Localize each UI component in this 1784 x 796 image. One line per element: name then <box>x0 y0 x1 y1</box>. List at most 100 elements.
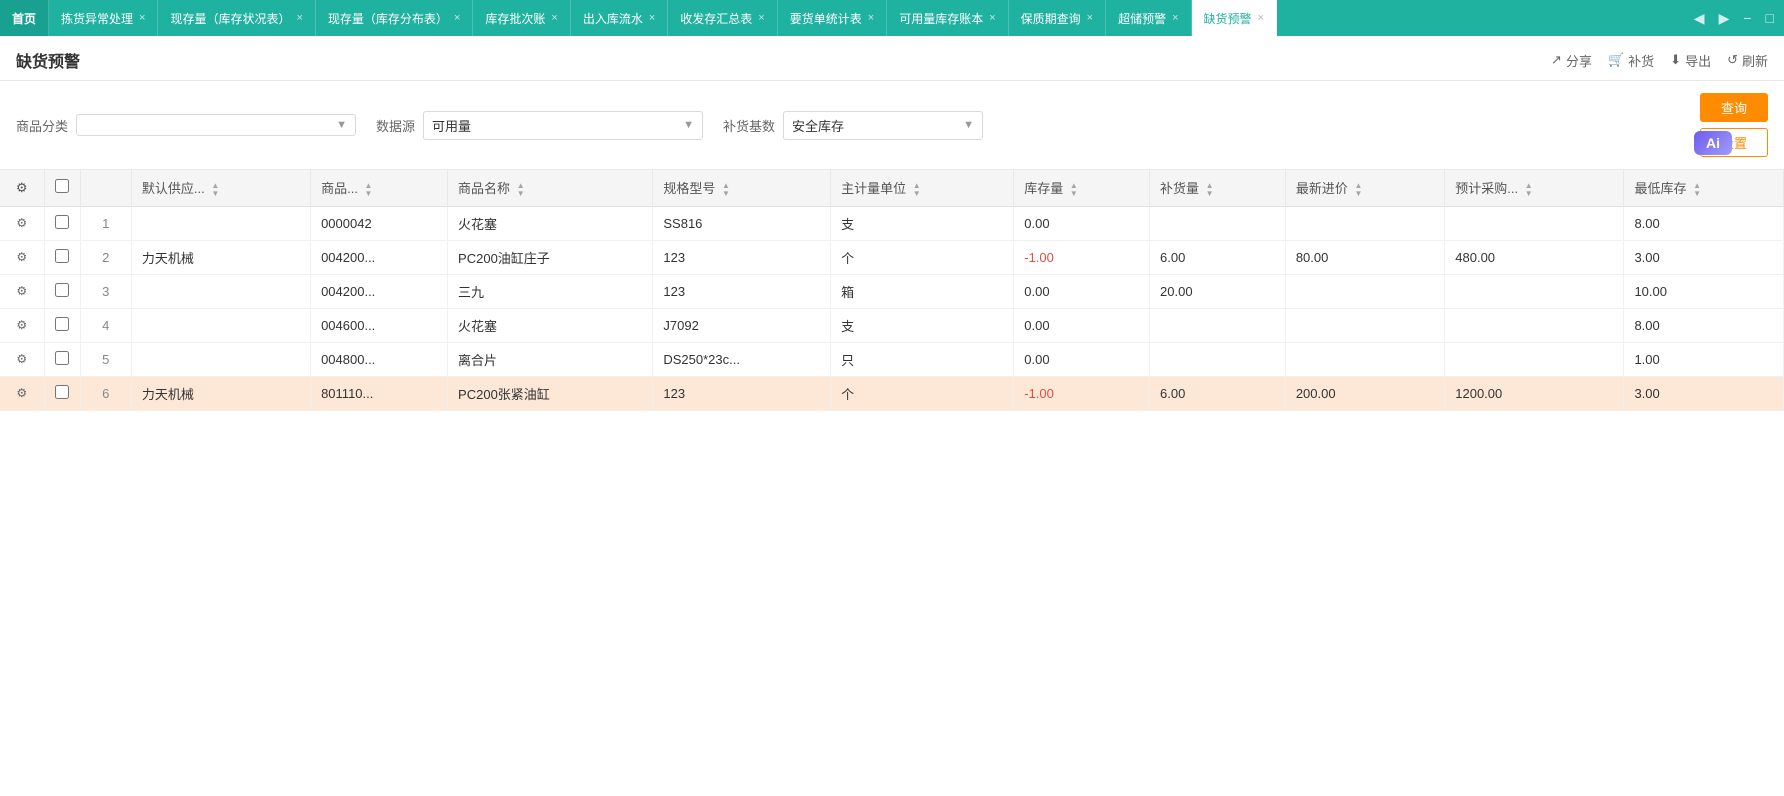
cell-gear-5[interactable]: ⚙ <box>0 376 44 410</box>
tab-1-close[interactable]: × <box>139 12 145 24</box>
cell-checkbox-1[interactable] <box>44 240 80 274</box>
tab-minimize-button[interactable]: − <box>1737 8 1757 28</box>
product-category-select[interactable]: ▼ <box>76 114 356 136</box>
tab-9-label: 保质期查询 <box>1021 10 1081 27</box>
replenish-base-filter: 补货基数 安全库存 ▼ <box>723 111 983 140</box>
page-title: 缺货预警 <box>16 48 1551 72</box>
query-button[interactable]: 查询 <box>1700 93 1768 122</box>
cell-checkbox-2[interactable] <box>44 274 80 308</box>
replenish-base-label: 补货基数 <box>723 116 775 135</box>
cell-stock-5: -1.00 <box>1014 376 1150 410</box>
share-action[interactable]: ↗ 分享 <box>1551 51 1592 70</box>
row-checkbox-0[interactable] <box>55 215 69 229</box>
tab-10[interactable]: 超储预警 × <box>1106 0 1191 36</box>
tab-8-close[interactable]: × <box>989 12 995 24</box>
cell-code-1: 004200... <box>311 240 448 274</box>
tab-11[interactable]: 缺货预警 × <box>1192 0 1277 36</box>
tab-8[interactable]: 可用量库存账本 × <box>887 0 1008 36</box>
row-checkbox-1[interactable] <box>55 249 69 263</box>
cell-checkbox-0[interactable] <box>44 206 80 240</box>
tab-2-close[interactable]: × <box>296 12 302 24</box>
cell-supplier-5: 力天机械 <box>131 376 310 410</box>
cell-unit-2: 箱 <box>831 274 1014 308</box>
row-checkbox-5[interactable] <box>55 385 69 399</box>
th-latest-price-label: 最新进价 <box>1296 181 1348 196</box>
th-code[interactable]: 商品... ▲▼ <box>311 170 448 206</box>
cell-gear-0[interactable]: ⚙ <box>0 206 44 240</box>
th-latest-price[interactable]: 最新进价 ▲▼ <box>1285 170 1444 206</box>
cell-name-5: PC200张紧油缸 <box>448 376 653 410</box>
th-supplier[interactable]: 默认供应... ▲▼ <box>131 170 310 206</box>
cell-code-4: 004800... <box>311 342 448 376</box>
tab-6[interactable]: 收发存汇总表 × <box>668 0 777 36</box>
tab-2[interactable]: 现存量（库存状况表） × <box>158 0 315 36</box>
tab-prev-button[interactable]: ◀ <box>1688 8 1711 29</box>
th-unit[interactable]: 主计量单位 ▲▼ <box>831 170 1014 206</box>
replenish-base-value: 安全库存 <box>792 116 959 135</box>
tab-7-close[interactable]: × <box>868 12 874 24</box>
cell-gear-4[interactable]: ⚙ <box>0 342 44 376</box>
th-replenish[interactable]: 补货量 ▲▼ <box>1150 170 1286 206</box>
cell-min-stock-5: 3.00 <box>1624 376 1784 410</box>
refresh-icon: ↺ <box>1727 52 1738 68</box>
th-name-label: 商品名称 <box>458 181 510 196</box>
th-gear[interactable]: ⚙ <box>0 170 44 206</box>
th-estimated-purchase-label: 预计采购... <box>1455 181 1518 196</box>
tab-9[interactable]: 保质期查询 × <box>1009 0 1106 36</box>
export-action[interactable]: ⬇ 导出 <box>1670 51 1711 70</box>
cell-gear-3[interactable]: ⚙ <box>0 308 44 342</box>
row-checkbox-4[interactable] <box>55 351 69 365</box>
th-supplier-sort-icon: ▲▼ <box>211 182 219 198</box>
tab-4-close[interactable]: × <box>551 12 557 24</box>
product-category-arrow-icon: ▼ <box>336 119 347 131</box>
th-spec[interactable]: 规格型号 ▲▼ <box>653 170 831 206</box>
cell-spec-4: DS250*23c... <box>653 342 831 376</box>
refresh-action[interactable]: ↺ 刷新 <box>1727 51 1768 70</box>
row-checkbox-2[interactable] <box>55 283 69 297</box>
tab-7[interactable]: 要货单统计表 × <box>778 0 887 36</box>
tab-9-close[interactable]: × <box>1087 12 1093 24</box>
tab-3-close[interactable]: × <box>454 12 460 24</box>
cell-checkbox-4[interactable] <box>44 342 80 376</box>
tab-3[interactable]: 现存量（库存分布表） × <box>316 0 473 36</box>
th-estimated-purchase[interactable]: 预计采购... ▲▼ <box>1445 170 1624 206</box>
cell-gear-2[interactable]: ⚙ <box>0 274 44 308</box>
th-min-stock[interactable]: 最低库存 ▲▼ <box>1624 170 1784 206</box>
tab-5[interactable]: 出入库流水 × <box>571 0 668 36</box>
tab-5-label: 出入库流水 <box>583 10 643 27</box>
replenish-action[interactable]: 🛒 补货 <box>1608 51 1654 70</box>
data-source-select[interactable]: 可用量 ▼ <box>423 111 703 140</box>
replenish-base-select[interactable]: 安全库存 ▼ <box>783 111 983 140</box>
cell-unit-4: 只 <box>831 342 1014 376</box>
cell-checkbox-5[interactable] <box>44 376 80 410</box>
cell-num-1: 2 <box>80 240 131 274</box>
cell-code-2: 004200... <box>311 274 448 308</box>
cell-replenish-4 <box>1150 342 1286 376</box>
table-body: ⚙ 1 0000042 火花塞 SS816 支 0.00 8.00 ⚙ 2 力天… <box>0 206 1784 410</box>
tab-home[interactable]: 首页 <box>0 0 49 36</box>
tab-home-label: 首页 <box>12 10 36 27</box>
tab-4[interactable]: 库存批次账 × <box>473 0 570 36</box>
data-table: ⚙ 默认供应... ▲▼ 商品... ▲▼ 商品名称 <box>0 170 1784 411</box>
ai-badge[interactable]: Ai <box>1694 131 1732 155</box>
tab-5-close[interactable]: × <box>649 12 655 24</box>
tab-4-label: 库存批次账 <box>485 10 545 27</box>
th-stock[interactable]: 库存量 ▲▼ <box>1014 170 1150 206</box>
th-name[interactable]: 商品名称 ▲▼ <box>448 170 653 206</box>
cell-min-stock-1: 3.00 <box>1624 240 1784 274</box>
tab-6-close[interactable]: × <box>758 12 764 24</box>
select-all-checkbox[interactable] <box>55 179 69 193</box>
replenish-base-arrow-icon: ▼ <box>963 119 974 131</box>
th-spec-sort-icon: ▲▼ <box>722 182 730 198</box>
row-checkbox-3[interactable] <box>55 317 69 331</box>
data-source-value: 可用量 <box>432 116 679 135</box>
cell-estimated-purchase-5: 1200.00 <box>1445 376 1624 410</box>
th-supplier-label: 默认供应... <box>142 181 205 196</box>
cell-gear-1[interactable]: ⚙ <box>0 240 44 274</box>
tab-11-close[interactable]: × <box>1258 12 1264 24</box>
tab-1[interactable]: 拣货异常处理 × <box>49 0 158 36</box>
tab-maximize-button[interactable]: □ <box>1760 8 1780 28</box>
tab-next-button[interactable]: ▶ <box>1713 8 1736 29</box>
cell-checkbox-3[interactable] <box>44 308 80 342</box>
tab-10-close[interactable]: × <box>1172 12 1178 24</box>
